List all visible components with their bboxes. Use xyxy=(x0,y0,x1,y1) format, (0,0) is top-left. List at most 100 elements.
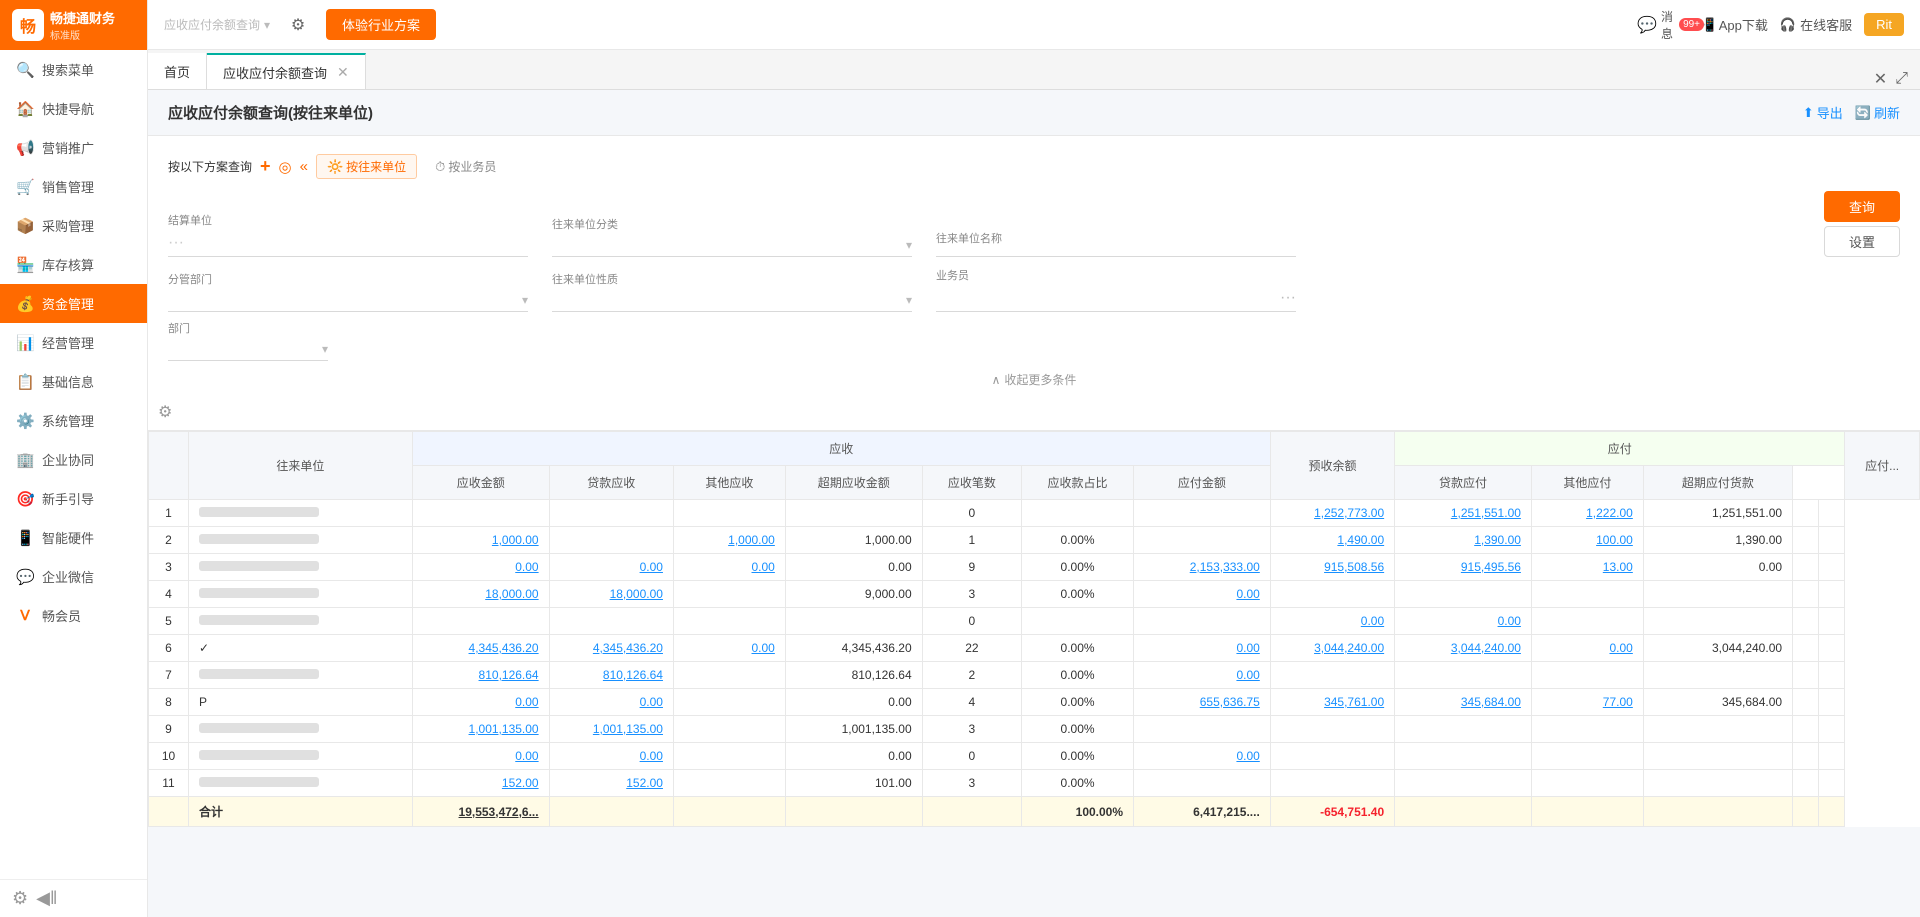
sidebar-item-label: 采购管理 xyxy=(42,216,94,235)
filter-settings-icon[interactable]: ◎ xyxy=(279,158,292,176)
table-settings-icon[interactable]: ⚙ xyxy=(158,402,172,422)
app-download-button[interactable]: 📲 App下载 xyxy=(1699,15,1768,34)
tabbar: 首页 应收应付余额查询 ✕ ✕ ⤢ xyxy=(148,50,1920,90)
sidebar-item-purchase[interactable]: 📦 采购管理 xyxy=(0,206,147,245)
message-label: 消息 xyxy=(1661,8,1673,42)
scheme-by-staff[interactable]: ⏱ 按业务员 xyxy=(425,155,506,178)
sidebar-bottom: ⚙ ◀‖ xyxy=(0,879,147,917)
page-title: 应收应付余额查询(按往来单位) xyxy=(168,102,373,123)
sidebar-item-marketing[interactable]: 📢 营销推广 xyxy=(0,128,147,167)
sidebar-item-enterprise-wechat[interactable]: 💬 企业微信 xyxy=(0,557,147,596)
sidebar-item-business[interactable]: 📊 经营管理 xyxy=(0,323,147,362)
settings-button[interactable]: 设置 xyxy=(1824,226,1900,257)
customer-name-input[interactable] xyxy=(936,248,1296,257)
filter-collapse-icon[interactable]: « xyxy=(300,158,308,175)
refresh-label: 刷新 xyxy=(1874,103,1900,122)
table-row: 30.000.000.000.0090.00%2,153,333.00915,5… xyxy=(149,554,1920,581)
filter-fields: 结算单位 ··· 往来单位分类 ▾ xyxy=(168,185,1900,394)
message-icon: 💬 xyxy=(1637,15,1657,35)
sidebar-item-basic-info[interactable]: 📋 基础信息 xyxy=(0,362,147,401)
newbie-icon: 🎯 xyxy=(16,490,34,508)
data-table: 往来单位 应收 预收余额 应付 应付... 应收金额 贷款应收 其他应收 超期应… xyxy=(148,431,1920,827)
customer-service-label: 在线客服 xyxy=(1800,15,1852,34)
customer-nature-arrow-icon: ▾ xyxy=(906,293,912,307)
sidebar-item-inventory[interactable]: 🏪 库存核算 xyxy=(0,245,147,284)
col-ar-amount: 应收金额 xyxy=(412,466,549,500)
sidebar-item-search-menu[interactable]: 🔍 搜索菜单 xyxy=(0,50,147,89)
logo-title: 畅捷通财务 xyxy=(50,8,115,27)
export-button[interactable]: ⬆ 导出 xyxy=(1803,103,1843,122)
department-label: 部门 xyxy=(168,320,328,336)
table-toolbar: ⚙ xyxy=(148,394,1920,431)
dept-manager-input[interactable]: ▾ xyxy=(168,289,528,312)
sidebar-item-label: 营销推广 xyxy=(42,138,94,157)
customer-service-button[interactable]: 🎧 在线客服 xyxy=(1780,15,1852,34)
customer-nature-label: 往来单位性质 xyxy=(552,271,912,287)
tab-close-all-icon[interactable]: ✕ xyxy=(1874,69,1887,89)
query-scheme-bar: 按以下方案查询 + ◎ « 🔆 按往来单位 ⏱ 按业务员 xyxy=(168,146,1900,185)
smart-hardware-icon: 📱 xyxy=(16,529,34,547)
table-row: 500.000.00 xyxy=(149,608,1920,635)
tab-ar-ap-query[interactable]: 应收应付余额查询 ✕ xyxy=(207,53,366,89)
tab-home[interactable]: 首页 xyxy=(148,53,207,89)
sidebar-item-system[interactable]: ⚙️ 系统管理 xyxy=(0,401,147,440)
scheme-by-customer[interactable]: 🔆 按往来单位 xyxy=(316,154,417,179)
department-input[interactable]: ▾ xyxy=(168,338,328,361)
table-row: 101,252,773.001,251,551.001,222.001,251,… xyxy=(149,500,1920,527)
sidebar-item-label: 企业微信 xyxy=(42,567,94,586)
tab-expand-icon[interactable]: ⤢ xyxy=(1895,70,1908,88)
sidebar-item-quick-nav[interactable]: 🏠 快捷导航 xyxy=(0,89,147,128)
col-ap-loan: 贷款应付 xyxy=(1395,466,1532,500)
topbar-settings-button[interactable]: ⚙ xyxy=(282,9,314,41)
user-menu[interactable]: Rit xyxy=(1864,13,1904,36)
marketing-icon: 📢 xyxy=(16,139,34,157)
table-scroll[interactable]: 往来单位 应收 预收余额 应付 应付... 应收金额 贷款应收 其他应收 超期应… xyxy=(148,431,1920,827)
col-index xyxy=(149,432,189,500)
vip-icon: Ⅴ xyxy=(16,607,34,624)
topbar: 应收应付余额查询 ▾ ⚙ 体验行业方案 💬 消息 99+ 📲 App下载 🎧 在… xyxy=(148,0,1920,50)
refresh-button[interactable]: 🔄 刷新 xyxy=(1855,103,1900,122)
tab-ar-ap-label: 应收应付余额查询 xyxy=(223,63,327,82)
settlement-unit-input[interactable]: ··· xyxy=(168,230,528,257)
total-ar-amount[interactable]: 19,553,472,6... xyxy=(412,797,549,827)
sidebar-item-label: 系统管理 xyxy=(42,411,94,430)
sidebar-item-vip[interactable]: Ⅴ 畅会员 xyxy=(0,596,147,635)
filter-label: 按以下方案查询 xyxy=(168,158,252,175)
collapse-more-caret-icon: ∧ xyxy=(992,373,1001,387)
breadcrumb-text: 应收应付余额查询 xyxy=(164,16,260,33)
filter-row-1: 结算单位 ··· 往来单位分类 ▾ xyxy=(168,185,1900,263)
customer-nature-input[interactable]: ▾ xyxy=(552,289,912,312)
filter-settlement-unit: 结算单位 ··· xyxy=(168,212,528,257)
query-button[interactable]: 查询 xyxy=(1824,191,1900,222)
tab-close-icon[interactable]: ✕ xyxy=(337,64,349,81)
collapse-more-button[interactable]: ∧ 收起更多条件 xyxy=(168,365,1900,394)
sidebar-logo: 畅 畅捷通财务 标准版 xyxy=(0,0,147,50)
sidebar-collapse-icon[interactable]: ◀‖ xyxy=(36,888,57,909)
customer-category-input[interactable]: ▾ xyxy=(552,234,912,257)
col-ar-advance: 预收余额 xyxy=(1270,432,1394,500)
sidebar-item-label: 智能硬件 xyxy=(42,528,94,547)
filter-add-button[interactable]: + xyxy=(260,156,271,177)
sidebar-item-enterprise[interactable]: 🏢 企业协同 xyxy=(0,440,147,479)
page: 应收应付余额查询(按往来单位) ⬆ 导出 🔄 刷新 按以下方案查询 xyxy=(148,90,1920,827)
sidebar-item-finance[interactable]: 💰 资金管理 xyxy=(0,284,147,323)
page-actions: ⬆ 导出 🔄 刷新 xyxy=(1803,103,1900,122)
table-row: 8P0.000.000.0040.00%655,636.75345,761.00… xyxy=(149,689,1920,716)
sidebar-item-label: 经营管理 xyxy=(42,333,94,352)
promo-button[interactable]: 体验行业方案 xyxy=(326,9,436,40)
message-button[interactable]: 💬 消息 99+ xyxy=(1655,9,1687,41)
basic-info-icon: 📋 xyxy=(16,373,34,391)
sidebar-item-sales[interactable]: 🛒 销售管理 xyxy=(0,167,147,206)
sidebar-item-newbie[interactable]: 🎯 新手引导 xyxy=(0,479,147,518)
filter-row-2: 分管部门 ▾ 往来单位性质 ▾ xyxy=(168,263,1900,316)
scheme-customer-icon: 🔆 xyxy=(327,159,343,175)
sidebar-item-smart-hardware[interactable]: 📱 智能硬件 xyxy=(0,518,147,557)
settlement-unit-dots-icon: ··· xyxy=(168,234,184,252)
col-ap-overdue: 超期应付货款 xyxy=(1643,466,1792,500)
salesperson-input[interactable]: ··· xyxy=(936,285,1296,312)
total-label: 合计 xyxy=(189,797,413,827)
total-ar-ratio: 100.00% xyxy=(1022,797,1134,827)
col-ar-count: 应收笔数 xyxy=(922,466,1021,500)
sidebar-settings-icon[interactable]: ⚙ xyxy=(12,888,28,909)
sidebar-item-label: 搜索菜单 xyxy=(42,60,94,79)
